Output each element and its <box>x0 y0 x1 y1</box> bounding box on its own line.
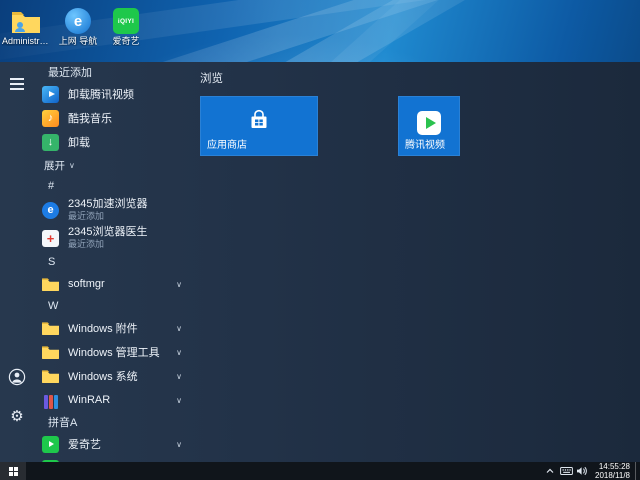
folder-icon <box>42 368 59 385</box>
app-label: 酷我音乐 <box>68 110 112 126</box>
user-folder-icon <box>11 6 41 34</box>
app-label: 爱奇艺 <box>68 436 101 452</box>
folder-icon <box>42 344 59 361</box>
iqiyi-icon <box>42 436 59 453</box>
tencent-video-icon <box>42 86 59 103</box>
app-label: 卸载腾讯视频 <box>68 86 134 102</box>
chevron-down-icon <box>176 396 182 405</box>
app-label: Windows 系统 <box>68 368 138 384</box>
folder-icon <box>42 320 59 337</box>
app-list-item-kuwo-music[interactable]: 酷我音乐 <box>34 106 192 130</box>
tile-group-label: 浏览 <box>200 70 223 86</box>
app-label: WinRAR <box>68 394 110 406</box>
tile-label: 应用商店 <box>207 136 247 151</box>
app-sublabel: 最近添加 <box>68 239 147 250</box>
volume-icon[interactable] <box>574 462 590 480</box>
touch-keyboard-icon[interactable] <box>558 462 574 480</box>
hamburger-menu-icon[interactable] <box>10 78 24 93</box>
2345-doctor-icon <box>42 230 59 247</box>
iqiyi-icon: iQIYI <box>113 6 139 34</box>
settings-gear-icon[interactable] <box>8 408 26 426</box>
start-tiles-pane: 浏览 应用商店 腾讯视频 <box>200 70 223 86</box>
start-button[interactable] <box>0 462 26 480</box>
app-list-section-header: S <box>34 252 192 272</box>
app-list-section-header: # <box>34 176 192 196</box>
chevron-down-icon <box>176 348 182 357</box>
app-label: 2345加速浏览器 <box>68 198 147 211</box>
system-tray: 14:55:28 2018/11/8 <box>542 462 640 480</box>
app-label: softmgr <box>68 278 105 290</box>
start-app-list: 最近添加 卸载腾讯视频 酷我音乐 卸载 展开 # 2345加速 <box>34 62 192 462</box>
app-list-item-windows-accessories[interactable]: Windows 附件 <box>34 316 192 340</box>
store-icon <box>247 108 271 137</box>
taskbar-clock[interactable]: 14:55:28 2018/11/8 <box>590 462 635 480</box>
browser-e-icon <box>65 6 91 34</box>
app-label: 卸载 <box>68 134 90 150</box>
taskbar: 14:55:28 2018/11/8 <box>0 462 640 480</box>
app-list-item-2345-browser[interactable]: 2345加速浏览器 最近添加 <box>34 196 192 224</box>
screen: Administra... 上网 导航 iQIYI 爱奇艺 最近添加 <box>0 0 640 480</box>
iqiyi-logo-text: iQIYI <box>118 18 134 25</box>
app-list-item-windows-admin-tools[interactable]: Windows 管理工具 <box>34 340 192 364</box>
app-list-section-header: 最近添加 <box>34 62 192 82</box>
app-list-item-2345-doctor[interactable]: 2345浏览器医生 最近添加 <box>34 224 192 252</box>
chevron-down-icon <box>176 324 182 333</box>
start-menu: 最近添加 卸载腾讯视频 酷我音乐 卸载 展开 # 2345加速 <box>0 62 640 462</box>
tile-label: 腾讯视频 <box>405 136 445 151</box>
winrar-icon <box>42 392 59 409</box>
windows-logo-icon <box>9 467 18 476</box>
expand-label: 展开 <box>44 158 65 173</box>
chevron-down-icon <box>176 280 182 289</box>
chevron-down-icon <box>176 440 182 449</box>
app-sublabel: 最近添加 <box>68 211 147 222</box>
chevron-down-icon <box>69 161 75 170</box>
folder-icon <box>42 276 59 293</box>
desktop-icon-label: Administra... <box>2 36 50 46</box>
app-list-section-header: 拼音A <box>34 412 192 432</box>
app-list-item-uninstall[interactable]: 卸载 <box>34 130 192 154</box>
clock-time: 14:55:28 <box>599 462 630 471</box>
chevron-down-icon <box>176 372 182 381</box>
clock-date: 2018/11/8 <box>595 471 630 480</box>
expand-button[interactable]: 展开 <box>34 154 192 176</box>
tencent-video-play-icon <box>417 111 441 135</box>
hidden-icons-chevron[interactable] <box>542 462 558 480</box>
desktop-icon-label: 上网 导航 <box>59 36 98 46</box>
app-list-item-winrar[interactable]: WinRAR <box>34 388 192 412</box>
tile-app-store[interactable]: 应用商店 <box>200 96 318 156</box>
app-list-item-windows-system[interactable]: Windows 系统 <box>34 364 192 388</box>
desktop-icon-label: 爱奇艺 <box>112 36 139 46</box>
uninstall-icon <box>42 134 59 151</box>
app-label: 2345浏览器医生 <box>68 226 147 239</box>
desktop-icon-browser-nav[interactable]: 上网 导航 <box>54 6 102 46</box>
user-avatar-icon[interactable] <box>8 368 26 386</box>
app-label: Windows 附件 <box>68 320 138 336</box>
app-label: Windows 管理工具 <box>68 344 160 360</box>
tile-tencent-video[interactable]: 腾讯视频 <box>398 96 460 156</box>
app-list-item-iqiyi[interactable]: 爱奇艺 <box>34 432 192 456</box>
app-list-section-header: W <box>34 296 192 316</box>
desktop-icon-iqiyi[interactable]: iQIYI 爱奇艺 <box>102 6 150 46</box>
2345-browser-icon <box>42 202 59 219</box>
desktop-icon-administrator[interactable]: Administra... <box>2 6 50 46</box>
app-list-item-uninstall-tencent-video[interactable]: 卸载腾讯视频 <box>34 82 192 106</box>
show-desktop-button[interactable] <box>635 462 640 480</box>
app-list-item-softmgr[interactable]: softmgr <box>34 272 192 296</box>
kuwo-music-icon <box>42 110 59 127</box>
start-menu-rail <box>0 62 34 462</box>
